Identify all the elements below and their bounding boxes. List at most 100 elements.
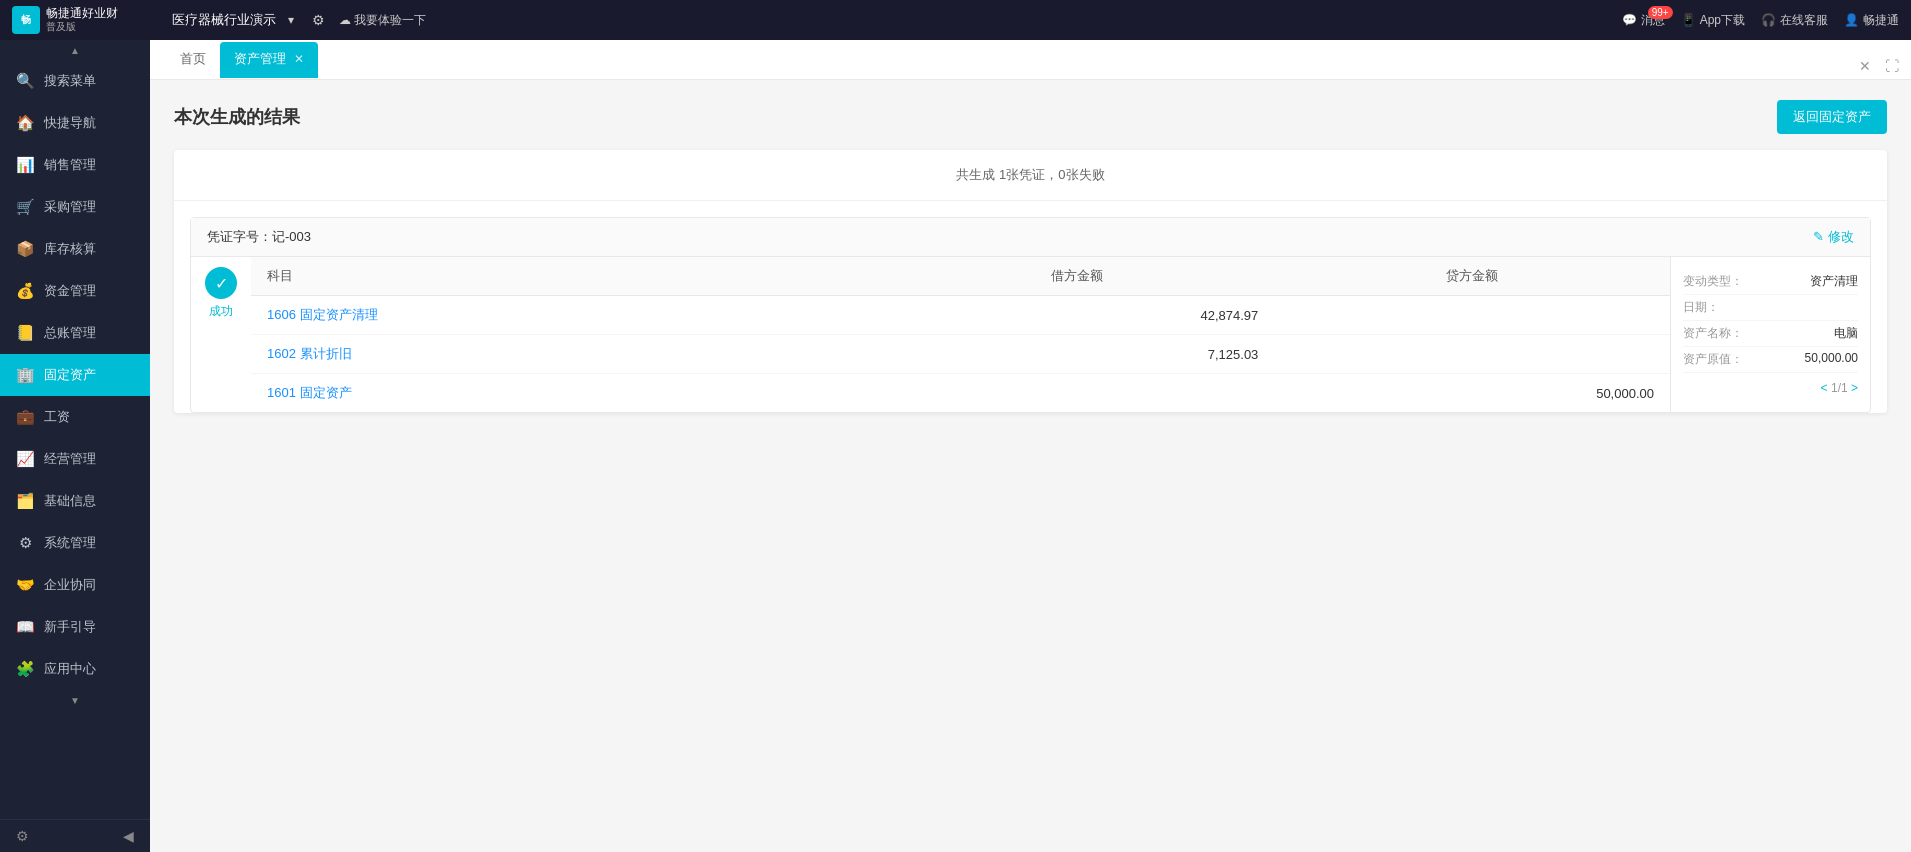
experience-button[interactable]: ☁ 我要体验一下 [339, 12, 426, 29]
col-credit-header: 贷方金额 [1274, 257, 1670, 296]
logo-area: 畅 畅捷通好业财 普及版 [12, 6, 162, 34]
pagination-row: < 1/1 > [1683, 373, 1858, 395]
header-center: 医疗器械行业演示 ▾ ⚙ ☁ 我要体验一下 [162, 10, 1622, 30]
tab-close-button[interactable]: ✕ [294, 52, 304, 66]
inventory-icon: 📦 [16, 240, 34, 258]
settings-gear-button[interactable]: ⚙ [306, 10, 331, 30]
type-value: 资产清理 [1810, 273, 1858, 290]
sidebar-item-purchase[interactable]: 🛒 采购管理 [0, 186, 150, 228]
subject-cell: 1602 累计折旧 [251, 335, 879, 374]
sidebar-collaboration-label: 企业协同 [44, 576, 96, 594]
tab-home[interactable]: 首页 [166, 42, 220, 78]
success-icon: ✓ [205, 267, 237, 299]
sidebar-app-center-label: 应用中心 [44, 660, 96, 678]
sidebar-collapse-button[interactable]: ◀ [123, 828, 134, 844]
sidebar-base-info-label: 基础信息 [44, 492, 96, 510]
table-row: 1602 累计折旧 7,125.03 [251, 335, 1670, 374]
online-support-button[interactable]: 🎧 在线客服 [1761, 12, 1828, 29]
voucher-info-panel: 变动类型： 资产清理 日期： 资产名称： 电脑 [1670, 257, 1870, 412]
sidebar-guide-label: 新手引导 [44, 618, 96, 636]
sidebar-funds-label: 资金管理 [44, 282, 96, 300]
table-row: 1601 固定资产 50,000.00 [251, 374, 1670, 413]
debit-cell: 42,874.97 [879, 296, 1275, 335]
sidebar-settings-button[interactable]: ⚙ [16, 828, 29, 844]
voucher-header: 凭证字号：记-003 ✎ 修改 [191, 218, 1870, 257]
company-dropdown-button[interactable]: ▾ [284, 11, 298, 29]
system-icon: ⚙ [16, 534, 34, 552]
payroll-icon: 💼 [16, 408, 34, 426]
voucher-number: 凭证字号：记-003 [207, 228, 311, 246]
sales-icon: 📊 [16, 156, 34, 174]
voucher-table: 科目 借方金额 贷方金额 1606 固定资产清理 42,874.97 [251, 257, 1670, 412]
messages-button[interactable]: 💬 消息 99+ [1622, 12, 1665, 29]
funds-icon: 💰 [16, 282, 34, 300]
sidebar-inventory-label: 库存核算 [44, 240, 96, 258]
main-layout: ▲ 🔍 搜索菜单 🏠 快捷导航 📊 销售管理 🛒 采购管理 📦 库存核算 💰 资… [0, 40, 1911, 852]
page-content: ✕ ⛶ 本次生成的结果 返回固定资产 共生成 1张凭证，0张失败 凭证字号：记-… [150, 80, 1911, 852]
content-area: 首页 资产管理 ✕ ✕ ⛶ 本次生成的结果 返回固定资产 共生成 1 [150, 40, 1911, 852]
sidebar-item-ledger[interactable]: 📒 总账管理 [0, 312, 150, 354]
info-row-asset-name: 资产名称： 电脑 [1683, 321, 1858, 347]
tab-asset-management-label: 资产管理 [234, 50, 286, 68]
sidebar-item-operations[interactable]: 📈 经营管理 [0, 438, 150, 480]
debit-cell [879, 374, 1275, 413]
edit-voucher-button[interactable]: ✎ 修改 [1813, 228, 1854, 246]
voucher-table-wrap: 科目 借方金额 贷方金额 1606 固定资产清理 42,874.97 [251, 257, 1670, 412]
date-label: 日期： [1683, 299, 1719, 316]
type-label: 变动类型： [1683, 273, 1743, 290]
tab-asset-management[interactable]: 资产管理 ✕ [220, 42, 318, 78]
purchase-icon: 🛒 [16, 198, 34, 216]
guide-icon: 📖 [16, 618, 34, 636]
sidebar-item-sales[interactable]: 📊 销售管理 [0, 144, 150, 186]
sidebar-item-home[interactable]: 🏠 快捷导航 [0, 102, 150, 144]
app-download-label: App下载 [1700, 12, 1745, 29]
support-icon: 🎧 [1761, 13, 1776, 27]
voucher-status-cell: ✓ 成功 [191, 257, 251, 412]
sidebar-ledger-label: 总账管理 [44, 324, 96, 342]
user-menu-button[interactable]: 👤 畅捷通 [1844, 12, 1899, 29]
sidebar-footer: ⚙ ◀ [0, 819, 150, 852]
pagination-next-button[interactable]: > [1851, 381, 1858, 395]
page-title: 本次生成的结果 [174, 105, 300, 129]
sidebar-purchase-label: 采购管理 [44, 198, 96, 216]
ledger-icon: 📒 [16, 324, 34, 342]
sidebar-item-search[interactable]: 🔍 搜索菜单 [0, 60, 150, 102]
collaboration-icon: 🤝 [16, 576, 34, 594]
sidebar-scroll-down[interactable]: ▼ [0, 690, 150, 710]
sidebar-item-base-info[interactable]: 🗂️ 基础信息 [0, 480, 150, 522]
operations-icon: 📈 [16, 450, 34, 468]
sidebar-item-system[interactable]: ⚙ 系统管理 [0, 522, 150, 564]
info-row-original-value: 资产原值： 50,000.00 [1683, 347, 1858, 373]
tabs-bar: 首页 资产管理 ✕ [150, 40, 1911, 80]
logo-text-group: 畅捷通好业财 普及版 [46, 6, 118, 34]
sidebar-scroll-up[interactable]: ▲ [0, 40, 150, 60]
sidebar-item-funds[interactable]: 💰 资金管理 [0, 270, 150, 312]
status-text: 成功 [201, 303, 241, 320]
sidebar-item-payroll[interactable]: 💼 工资 [0, 396, 150, 438]
sidebar-item-fixed-assets[interactable]: 🏢 固定资产 [0, 354, 150, 396]
info-row-date: 日期： [1683, 295, 1858, 321]
sidebar-item-app-center[interactable]: 🧩 应用中心 [0, 648, 150, 690]
app-download-icon: 📱 [1681, 13, 1696, 27]
sidebar-home-label: 快捷导航 [44, 114, 96, 132]
pagination-prev-button[interactable]: < [1821, 381, 1828, 395]
subject-cell: 1601 固定资产 [251, 374, 879, 413]
message-icon: 💬 [1622, 13, 1637, 27]
subject-cell: 1606 固定资产清理 [251, 296, 879, 335]
voucher-section: 凭证字号：记-003 ✎ 修改 ✓ 成功 [190, 217, 1871, 413]
sidebar-item-collaboration[interactable]: 🤝 企业协同 [0, 564, 150, 606]
app-download-button[interactable]: 📱 App下载 [1681, 12, 1745, 29]
return-fixed-assets-button[interactable]: 返回固定资产 [1777, 100, 1887, 134]
col-debit-header: 借方金额 [879, 257, 1275, 296]
original-value-value: 50,000.00 [1805, 351, 1858, 368]
app-center-icon: 🧩 [16, 660, 34, 678]
summary-text: 共生成 1张凭证，0张失败 [956, 167, 1104, 182]
logo-title: 畅捷通好业财 [46, 6, 118, 20]
sidebar-search-label: 搜索菜单 [44, 72, 96, 90]
table-row: 1606 固定资产清理 42,874.97 [251, 296, 1670, 335]
debit-cell: 7,125.03 [879, 335, 1275, 374]
original-value-label: 资产原值： [1683, 351, 1743, 368]
sidebar-item-inventory[interactable]: 📦 库存核算 [0, 228, 150, 270]
message-badge: 99+ [1648, 6, 1673, 19]
sidebar-item-guide[interactable]: 📖 新手引导 [0, 606, 150, 648]
